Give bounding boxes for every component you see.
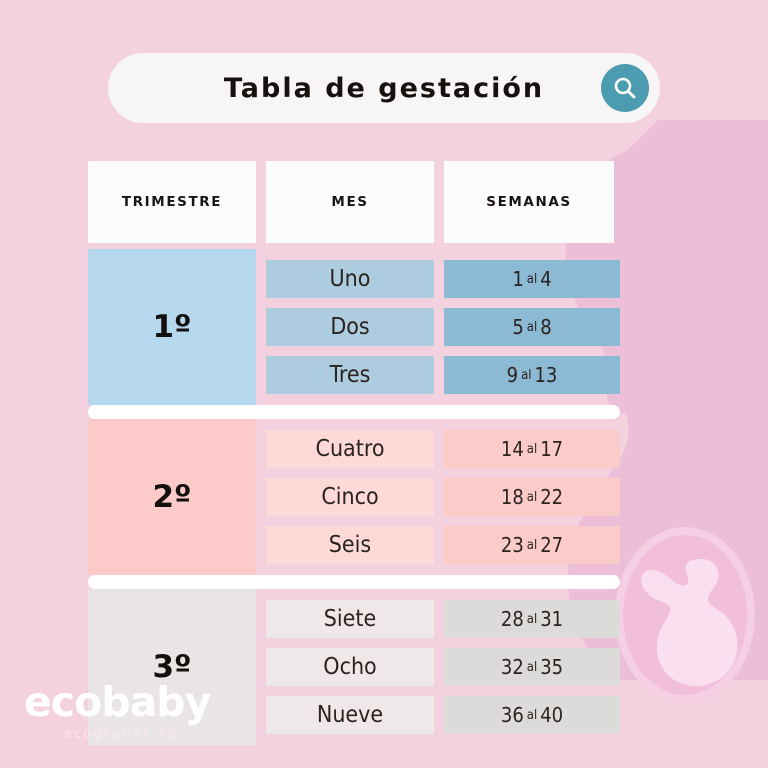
table-row: Tres 9 al 13 xyxy=(266,356,620,394)
week-range: 14 al 17 xyxy=(444,430,620,468)
logo-wordmark: ecobaby xyxy=(24,678,211,726)
table-row: Siete 28 al 31 xyxy=(266,600,620,638)
month-name: Seis xyxy=(266,526,434,564)
week-range: 28 al 31 xyxy=(444,600,620,638)
trimester-group-1: 1º Uno 1 al 4 Dos 5 al 8 Tres 9 al 13 xyxy=(88,249,620,405)
month-name: Cinco xyxy=(266,478,434,516)
week-separator: al xyxy=(526,319,538,335)
table-row: Dos 5 al 8 xyxy=(266,308,620,346)
week-from: 1 xyxy=(512,267,524,291)
logo-tagline: ecografías 5d xyxy=(64,727,179,742)
week-separator: al xyxy=(526,271,538,287)
week-range: 32 al 35 xyxy=(444,648,620,686)
week-to: 4 xyxy=(540,267,552,291)
month-name: Nueve xyxy=(266,696,434,734)
week-to: 17 xyxy=(540,437,564,461)
gestation-table: TRIMESTRE MES SEMANAS 1º Uno 1 al 4 Dos xyxy=(88,161,620,745)
week-to: 27 xyxy=(540,533,564,557)
week-from: 32 xyxy=(500,655,524,679)
month-name: Tres xyxy=(266,356,434,394)
week-from: 14 xyxy=(500,437,524,461)
week-from: 5 xyxy=(512,315,524,339)
search-icon xyxy=(614,77,636,99)
week-from: 36 xyxy=(500,703,524,727)
fetus-womb-illustration-icon xyxy=(615,527,755,703)
week-to: 8 xyxy=(540,315,552,339)
month-name: Dos xyxy=(266,308,434,346)
group-divider xyxy=(88,405,620,419)
week-to: 22 xyxy=(540,485,564,509)
table-row: Cuatro 14 al 17 xyxy=(266,430,620,468)
week-to: 35 xyxy=(540,655,564,679)
trimester-label-1: 1º xyxy=(88,249,256,405)
trimester-group-2: 2º Cuatro 14 al 17 Cinco 18 al 22 Seis 2… xyxy=(88,419,620,575)
week-to: 40 xyxy=(540,703,564,727)
month-name: Ocho xyxy=(266,648,434,686)
trimester-label-2: 2º xyxy=(88,419,256,575)
week-range: 18 al 22 xyxy=(444,478,620,516)
week-range: 36 al 40 xyxy=(444,696,620,734)
header-trimestre: TRIMESTRE xyxy=(88,161,256,243)
trimester-2-rows: Cuatro 14 al 17 Cinco 18 al 22 Seis 23 a… xyxy=(266,419,620,575)
month-name: Siete xyxy=(266,600,434,638)
table-row: Nueve 36 al 40 xyxy=(266,696,620,734)
poster-canvas: Tabla de gestación TRIMESTRE MES SEMANAS… xyxy=(0,0,768,768)
week-from: 23 xyxy=(500,533,524,557)
trimester-1-rows: Uno 1 al 4 Dos 5 al 8 Tres 9 al 13 xyxy=(266,249,620,405)
week-range: 9 al 13 xyxy=(444,356,620,394)
week-separator: al xyxy=(526,489,538,505)
week-separator: al xyxy=(526,707,538,723)
week-to: 13 xyxy=(534,363,558,387)
week-separator: al xyxy=(521,367,532,383)
week-separator: al xyxy=(526,611,538,627)
page-title: Tabla de gestación xyxy=(223,72,545,104)
week-from: 18 xyxy=(500,485,524,509)
search-button[interactable] xyxy=(601,64,649,112)
trimester-3-rows: Siete 28 al 31 Ocho 32 al 35 Nueve 36 al… xyxy=(266,589,620,745)
header-mes: MES xyxy=(266,161,434,243)
week-range: 5 al 8 xyxy=(444,308,620,346)
table-row: Seis 23 al 27 xyxy=(266,526,620,564)
table-row: Cinco 18 al 22 xyxy=(266,478,620,516)
week-to: 31 xyxy=(540,607,564,631)
title-search-bar[interactable]: Tabla de gestación xyxy=(108,53,660,123)
group-divider xyxy=(88,575,620,589)
week-range: 1 al 4 xyxy=(444,260,620,298)
week-separator: al xyxy=(526,441,538,457)
table-row: Ocho 32 al 35 xyxy=(266,648,620,686)
brand-logo: ecobaby ecografías 5d xyxy=(18,682,248,754)
table-header-row: TRIMESTRE MES SEMANAS xyxy=(88,161,620,243)
month-name: Uno xyxy=(266,260,434,298)
table-row: Uno 1 al 4 xyxy=(266,260,620,298)
week-range: 23 al 27 xyxy=(444,526,620,564)
header-semanas: SEMANAS xyxy=(444,161,614,243)
month-name: Cuatro xyxy=(266,430,434,468)
week-separator: al xyxy=(526,537,538,553)
week-separator: al xyxy=(526,659,538,675)
week-from: 28 xyxy=(500,607,524,631)
week-from: 9 xyxy=(506,363,519,387)
